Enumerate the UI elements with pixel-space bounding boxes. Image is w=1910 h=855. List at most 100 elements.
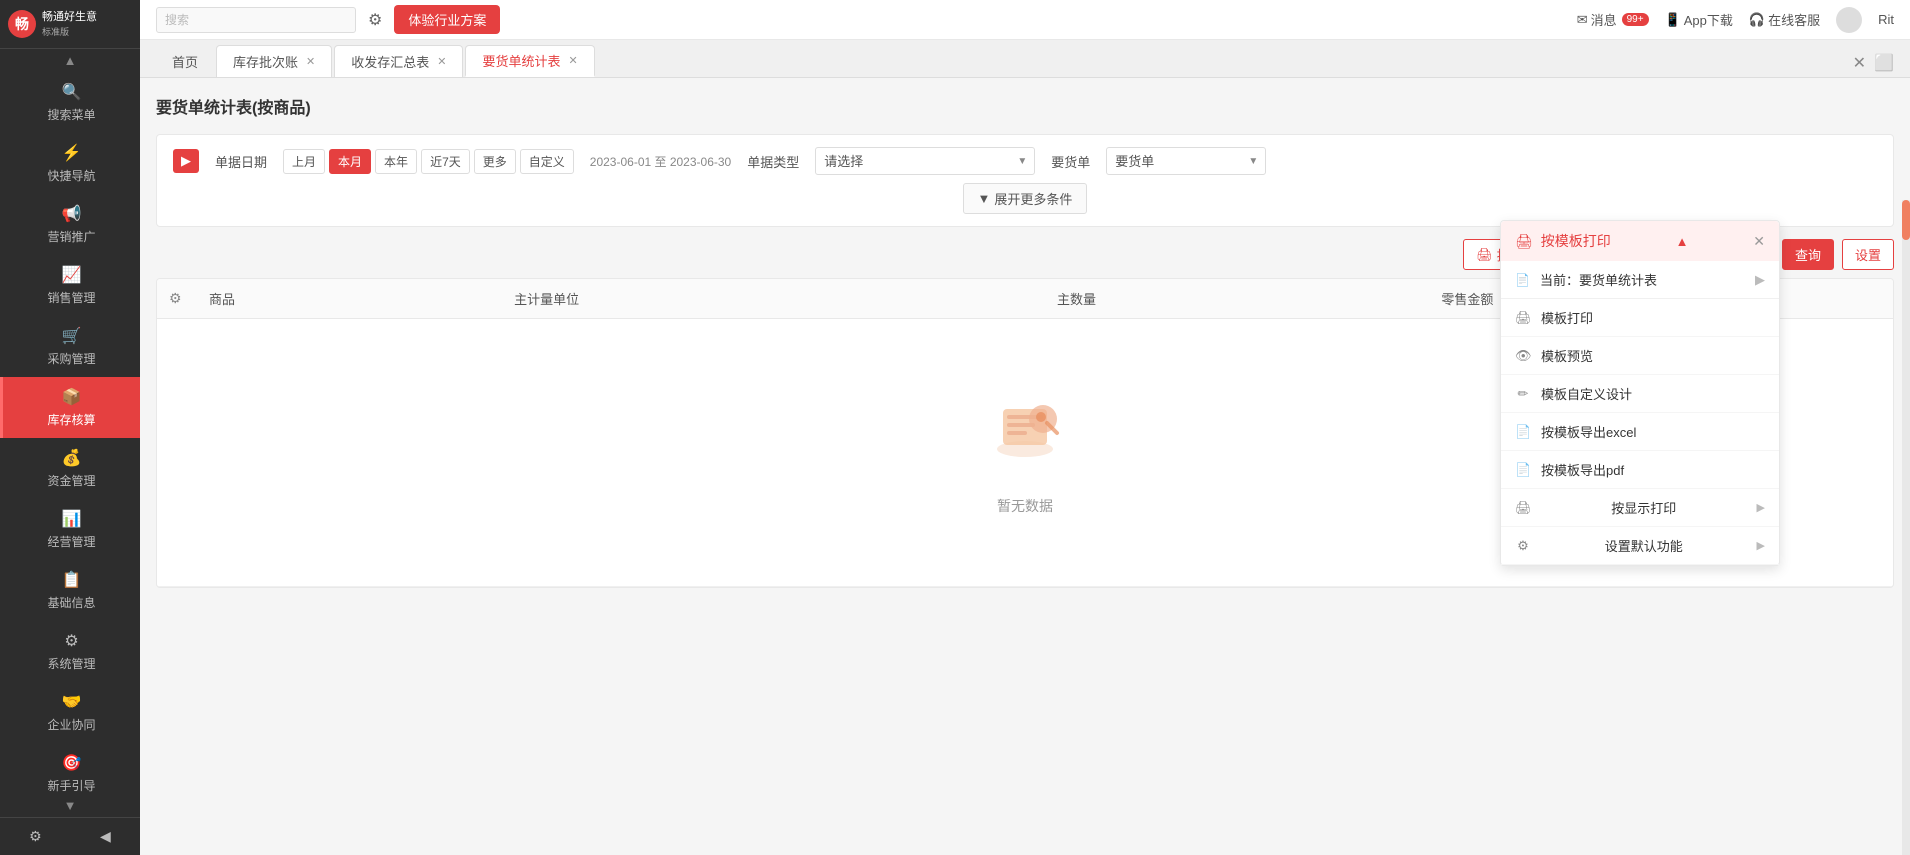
finance-icon: 💰 (62, 448, 82, 468)
dropdown-item-template-custom[interactable]: ✏ 模板自定义设计 (1501, 375, 1779, 413)
basic-icon: 📋 (62, 570, 82, 590)
sidebar-logo: 畅 畅通好生意 标准版 (0, 0, 140, 49)
sidebar-item-inventory[interactable]: 📦 库存核算 (0, 377, 140, 438)
dropdown-item-template-preview[interactable]: 👁 模板预览 (1501, 337, 1779, 375)
tab-controls: ✕ ⬜ (1853, 53, 1894, 77)
sidebar-item-purchase[interactable]: 🛒 采购管理 (0, 316, 140, 377)
trial-btn[interactable]: 体验行业方案 (394, 5, 500, 34)
app-download-btn[interactable]: 📱 App下载 (1665, 10, 1733, 29)
user-avatar[interactable] (1836, 7, 1862, 33)
messages-badge: 99+ (1622, 13, 1649, 26)
date-btn-current-year[interactable]: 本年 (375, 149, 417, 174)
sidebar-item-sales-label: 销售管理 (47, 289, 95, 306)
current-template-label: 当前：要货单统计表 (1540, 270, 1745, 289)
dropdown-up-arrow: ▲ (1676, 234, 1689, 249)
dropdown-item-display-print[interactable]: 🖨 按显示打印 ▶ (1501, 489, 1779, 527)
template-print-icon: 🖨 (1515, 310, 1531, 326)
sidebar-scroll-down[interactable]: ▼ (0, 794, 140, 817)
sidebar-item-inventory-label: 库存核算 (47, 411, 95, 428)
sidebar-item-marketing[interactable]: 📢 营销推广 (0, 194, 140, 255)
query-btn[interactable]: 查询 (1782, 239, 1834, 270)
date-btn-custom[interactable]: 自定义 (520, 149, 574, 174)
template-preview-label: 模板预览 (1541, 346, 1593, 365)
sales-icon: 📈 (62, 265, 82, 285)
tab-home[interactable]: 首页 (156, 45, 214, 77)
tab-order-stats-close[interactable]: ✕ (569, 54, 578, 67)
type-select[interactable]: 请选择 (815, 147, 1035, 175)
type-select-wrapper[interactable]: 请选择 (815, 147, 1035, 175)
dropdown-current-template[interactable]: 📄 当前：要货单统计表 ▶ (1501, 261, 1779, 299)
page-scrollbar[interactable] (1902, 200, 1910, 855)
system-icon: ⚙ (64, 631, 78, 651)
tab-maximize-icon[interactable]: ⬜ (1874, 53, 1894, 73)
app-download-label: App下载 (1684, 10, 1733, 29)
date-btn-7days[interactable]: 近7天 (421, 149, 470, 174)
table-col-unit: 主计量单位 (502, 279, 1045, 319)
goods-select-wrapper[interactable]: 要货单 (1106, 147, 1266, 175)
current-template-arrow: ▶ (1755, 272, 1765, 288)
messages-btn[interactable]: ✉ 消息 99+ (1577, 10, 1649, 29)
sidebar-bottom: ⚙ ◀ (0, 817, 140, 855)
date-btn-prev-month[interactable]: 上月 (283, 149, 325, 174)
settings-btn[interactable]: 设置 (1842, 239, 1894, 270)
online-service-btn[interactable]: 🎧 在线客服 (1749, 10, 1820, 29)
scrollbar-thumb[interactable] (1902, 200, 1910, 240)
tab-batch-close[interactable]: ✕ (306, 55, 315, 68)
logo-text: 畅通好生意 (42, 10, 97, 24)
sidebar-item-finance[interactable]: 💰 资金管理 (0, 438, 140, 499)
dropdown-item-default-func[interactable]: ⚙ 设置默认功能 ▶ (1501, 527, 1779, 565)
default-func-label: 设置默认功能 (1605, 536, 1683, 555)
collab-icon: 🤝 (62, 692, 82, 712)
search-menu-icon: 🔍 (62, 82, 82, 102)
filter-bar: ▶ 单据日期 上月 本月 本年 近7天 更多 自定义 2023-06-01 至 … (156, 134, 1894, 227)
tab-batch[interactable]: 库存批次账 ✕ (216, 45, 332, 77)
sidebar-item-collab-label: 企业协同 (47, 716, 95, 733)
column-settings-icon[interactable]: ⚙ (169, 290, 182, 306)
sidebar-item-operations[interactable]: 📊 经营管理 (0, 499, 140, 560)
user-name: Rit (1878, 12, 1894, 27)
dropdown-title-group: 🖨 按模板打印 (1515, 231, 1611, 251)
sidebar-settings-icon[interactable]: ⚙ (29, 828, 42, 845)
inventory-icon: 📦 (62, 387, 82, 407)
sidebar-item-basic[interactable]: 📋 基础信息 (0, 560, 140, 621)
date-btn-more[interactable]: 更多 (474, 149, 516, 174)
template-excel-icon: 📄 (1515, 424, 1531, 440)
tab-receipt-summary[interactable]: 收发存汇总表 ✕ (334, 45, 463, 77)
sidebar-item-quicknav[interactable]: ⚡ 快捷导航 (0, 133, 140, 194)
sidebar-item-search[interactable]: 🔍 搜索菜单 (0, 72, 140, 133)
tab-receipt-summary-label: 收发存汇总表 (351, 52, 429, 71)
sidebar-item-operations-label: 经营管理 (47, 533, 95, 550)
expand-more-btn[interactable]: ▼ 展开更多条件 (963, 183, 1088, 214)
table-col-settings: ⚙ (157, 279, 197, 319)
goods-select[interactable]: 要货单 (1106, 147, 1266, 175)
sidebar-item-collab[interactable]: 🤝 企业协同 (0, 682, 140, 743)
date-btn-current-month[interactable]: 本月 (329, 149, 371, 174)
tab-order-stats[interactable]: 要货单统计表 ✕ (465, 45, 594, 77)
sidebar-item-sales[interactable]: 📈 销售管理 (0, 255, 140, 316)
sidebar-item-system[interactable]: ⚙ 系统管理 (0, 621, 140, 682)
sidebar-scroll-up[interactable]: ▲ (0, 49, 140, 72)
page-title: 要货单统计表(按商品) (156, 94, 1894, 118)
tab-receipt-summary-close[interactable]: ✕ (437, 55, 446, 68)
empty-text: 暂无数据 (997, 496, 1053, 516)
dropdown-item-template-excel[interactable]: 📄 按模板导出excel (1501, 413, 1779, 451)
online-service-icon: 🎧 (1749, 12, 1765, 28)
filter-collapse-btn[interactable]: ▶ (173, 149, 199, 173)
tab-close-all-icon[interactable]: ✕ (1853, 53, 1866, 73)
type-label: 单据类型 (747, 152, 799, 171)
topbar-settings-icon[interactable]: ⚙ (368, 10, 382, 30)
dropdown-item-template-pdf[interactable]: 📄 按模板导出pdf (1501, 451, 1779, 489)
messages-label: 消息 (1591, 10, 1617, 29)
guide-icon: 🎯 (62, 753, 82, 773)
date-range-display: 2023-06-01 至 2023-06-30 (590, 153, 731, 170)
display-print-arrow: ▶ (1757, 501, 1765, 514)
template-preview-icon: 👁 (1515, 348, 1531, 364)
date-label: 单据日期 (215, 152, 267, 171)
sidebar-item-guide[interactable]: 🎯 新手引导 (0, 743, 140, 794)
expand-row: ▼ 展开更多条件 (173, 183, 1877, 214)
sidebar-menu-icon[interactable]: ◀ (100, 828, 111, 845)
dropdown-close-btn[interactable]: ✕ (1753, 233, 1765, 250)
sidebar: 畅 畅通好生意 标准版 ▲ 🔍 搜索菜单 ⚡ 快捷导航 📢 营销推广 📈 销售管 (0, 0, 140, 855)
dropdown-item-template-print[interactable]: 🖨 模板打印 (1501, 299, 1779, 337)
print-icon: 🖨 (1476, 247, 1493, 263)
